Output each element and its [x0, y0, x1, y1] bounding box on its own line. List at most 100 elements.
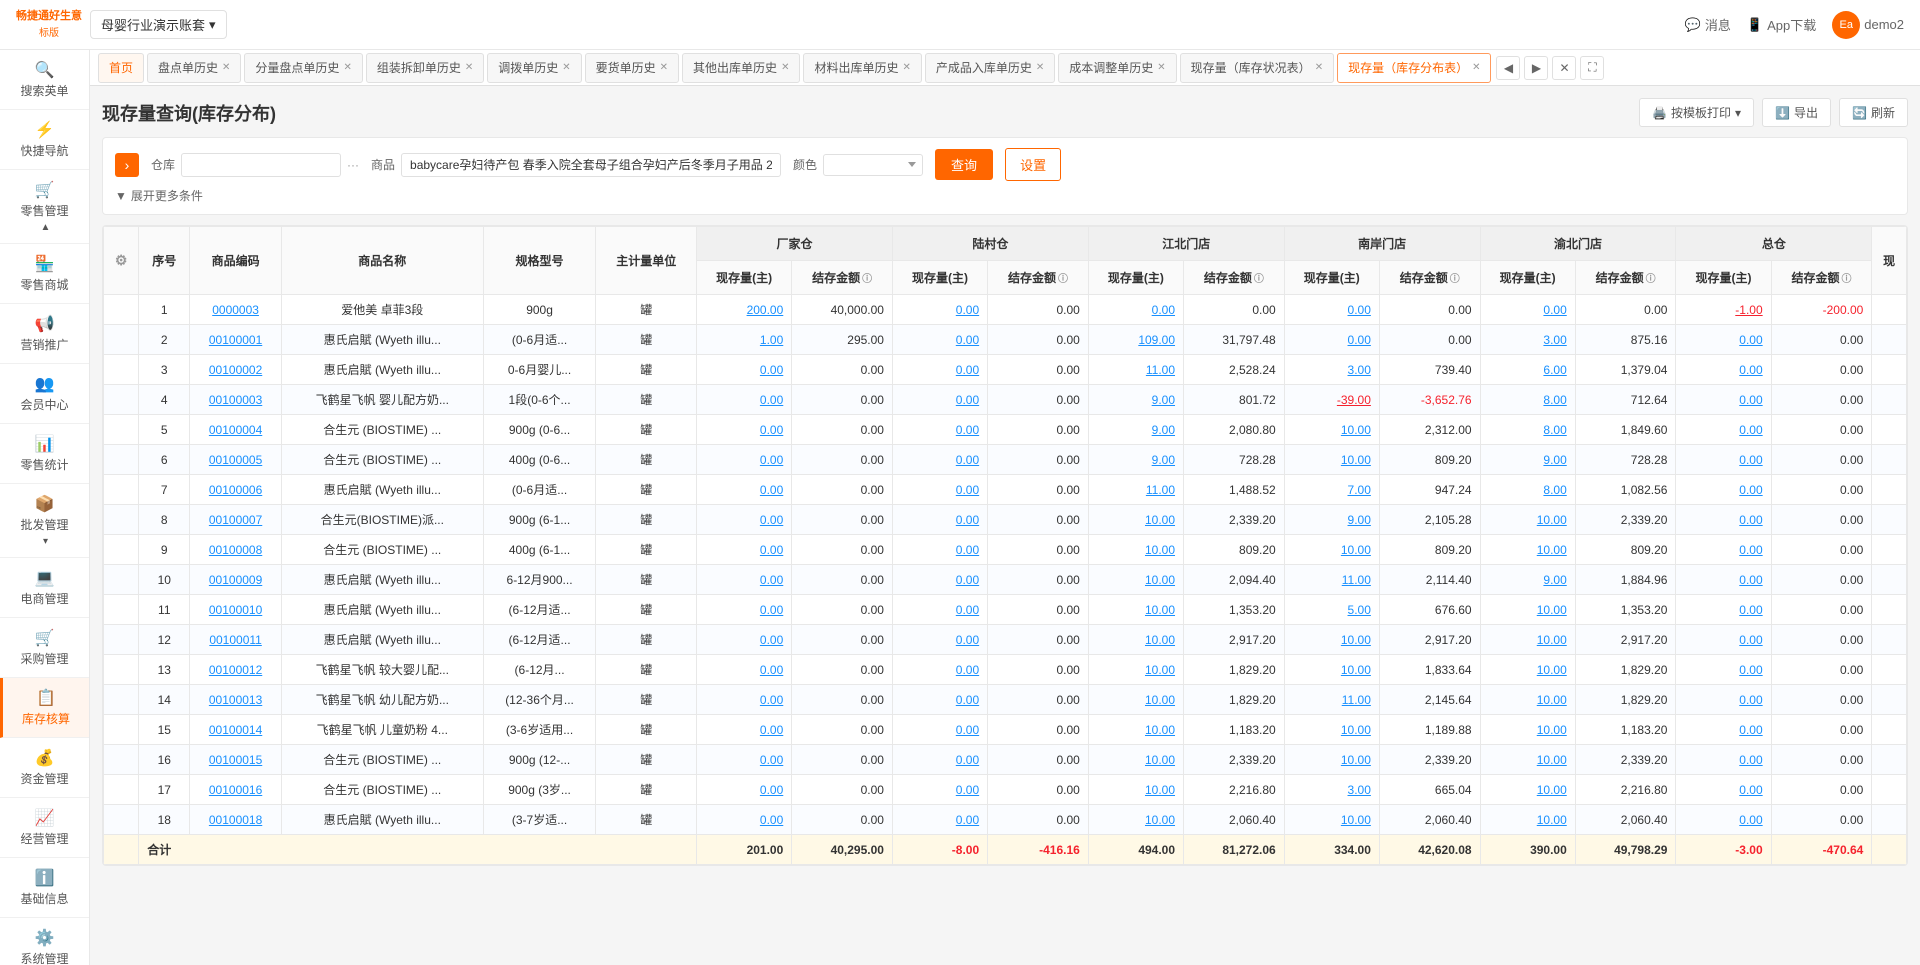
- tab-assembly[interactable]: 组装拆卸单历史 ✕: [366, 53, 484, 83]
- cell-lvcun-qty[interactable]: 0.00: [892, 655, 987, 685]
- cell-factory-qty[interactable]: 0.00: [697, 775, 792, 805]
- cell-factory-qty[interactable]: 0.00: [697, 535, 792, 565]
- cell-factory-qty[interactable]: 200.00: [697, 295, 792, 325]
- cell-nanan-qty[interactable]: 11.00: [1284, 565, 1379, 595]
- cell-code[interactable]: 00100013: [190, 685, 282, 715]
- tab-close-all[interactable]: ✕: [1552, 56, 1576, 80]
- cell-jiangbei-qty[interactable]: 10.00: [1088, 655, 1183, 685]
- cell-total-qty[interactable]: 0.00: [1676, 445, 1771, 475]
- cell-total-qty[interactable]: -1.00: [1676, 295, 1771, 325]
- cell-jiangbei-qty[interactable]: 10.00: [1088, 505, 1183, 535]
- tab-stock-status[interactable]: 现存量（库存状况表） ✕: [1180, 53, 1334, 83]
- sidebar-item-member[interactable]: 👥 会员中心: [0, 364, 89, 424]
- tab-close-icon-9[interactable]: ✕: [1157, 62, 1165, 73]
- cell-lvcun-qty[interactable]: 0.00: [892, 415, 987, 445]
- cell-total-qty[interactable]: 0.00: [1676, 505, 1771, 535]
- cell-factory-qty[interactable]: 0.00: [697, 385, 792, 415]
- user-profile[interactable]: Ea demo2: [1832, 11, 1904, 39]
- cell-code[interactable]: 00100001: [190, 325, 282, 355]
- cell-lvcun-qty[interactable]: 0.00: [892, 535, 987, 565]
- cell-nanan-qty[interactable]: 9.00: [1284, 505, 1379, 535]
- cell-nanan-qty[interactable]: 11.00: [1284, 685, 1379, 715]
- cell-yubei-qty[interactable]: 8.00: [1480, 475, 1575, 505]
- app-download-btn[interactable]: 📱 App下载: [1747, 15, 1816, 34]
- cell-lvcun-qty[interactable]: 0.00: [892, 295, 987, 325]
- cell-factory-qty[interactable]: 0.00: [697, 505, 792, 535]
- cell-factory-qty[interactable]: 0.00: [697, 355, 792, 385]
- search-btn[interactable]: 查询: [935, 149, 993, 180]
- yubei-amt-info-icon[interactable]: ⓘ: [1646, 274, 1656, 285]
- cell-jiangbei-qty[interactable]: 10.00: [1088, 745, 1183, 775]
- tab-close-icon-11[interactable]: ✕: [1472, 62, 1480, 73]
- sidebar-item-operations[interactable]: 📈 经营管理: [0, 798, 89, 858]
- cell-code[interactable]: 00100010: [190, 595, 282, 625]
- cell-nanan-qty[interactable]: 10.00: [1284, 625, 1379, 655]
- goods-input[interactable]: [401, 153, 781, 177]
- tab-nav-prev[interactable]: ◀: [1496, 56, 1520, 80]
- cell-jiangbei-qty[interactable]: 109.00: [1088, 325, 1183, 355]
- cell-factory-qty[interactable]: 0.00: [697, 475, 792, 505]
- tab-cost-adj[interactable]: 成本调整单历史 ✕: [1058, 53, 1176, 83]
- cell-nanan-qty[interactable]: 10.00: [1284, 415, 1379, 445]
- cell-nanan-qty[interactable]: -39.00: [1284, 385, 1379, 415]
- cell-total-qty[interactable]: 0.00: [1676, 655, 1771, 685]
- cell-lvcun-qty[interactable]: 0.00: [892, 505, 987, 535]
- tab-inventory-check[interactable]: 盘点单历史 ✕: [147, 53, 241, 83]
- cell-lvcun-qty[interactable]: 0.00: [892, 565, 987, 595]
- cell-yubei-qty[interactable]: 3.00: [1480, 325, 1575, 355]
- cell-total-qty[interactable]: 0.00: [1676, 385, 1771, 415]
- cell-factory-qty[interactable]: 0.00: [697, 805, 792, 835]
- factory-amt-info-icon[interactable]: ⓘ: [862, 274, 872, 285]
- cell-yubei-qty[interactable]: 8.00: [1480, 385, 1575, 415]
- cell-yubei-qty[interactable]: 10.00: [1480, 595, 1575, 625]
- cell-lvcun-qty[interactable]: 0.00: [892, 355, 987, 385]
- cell-code[interactable]: 00100006: [190, 475, 282, 505]
- tab-product-in[interactable]: 产成品入库单历史 ✕: [925, 53, 1055, 83]
- cell-yubei-qty[interactable]: 9.00: [1480, 565, 1575, 595]
- sidebar-item-system[interactable]: ⚙️ 系统管理: [0, 918, 89, 965]
- cell-code[interactable]: 00100008: [190, 535, 282, 565]
- cell-factory-qty[interactable]: 0.00: [697, 685, 792, 715]
- cell-code[interactable]: 00100018: [190, 805, 282, 835]
- print-btn[interactable]: 🖨️ 按模板打印 ▾: [1639, 98, 1754, 127]
- cell-yubei-qty[interactable]: 10.00: [1480, 805, 1575, 835]
- export-btn[interactable]: ⬇️ 导出: [1762, 98, 1831, 127]
- cell-lvcun-qty[interactable]: 0.00: [892, 775, 987, 805]
- cell-code[interactable]: 00100016: [190, 775, 282, 805]
- refresh-btn[interactable]: 🔄 刷新: [1839, 98, 1908, 127]
- sidebar-item-ecommerce[interactable]: 💻 电商管理: [0, 558, 89, 618]
- cell-lvcun-qty[interactable]: 0.00: [892, 745, 987, 775]
- cell-code[interactable]: 00100003: [190, 385, 282, 415]
- tab-close-icon-2[interactable]: ✕: [343, 62, 351, 73]
- sidebar-item-purchase[interactable]: 🛒 采购管理: [0, 618, 89, 678]
- tab-order[interactable]: 要货单历史 ✕: [585, 53, 679, 83]
- cell-nanan-qty[interactable]: 0.00: [1284, 325, 1379, 355]
- cell-lvcun-qty[interactable]: 0.00: [892, 715, 987, 745]
- cell-total-qty[interactable]: 0.00: [1676, 325, 1771, 355]
- tab-close-icon[interactable]: ✕: [222, 62, 230, 73]
- cell-code[interactable]: 00100015: [190, 745, 282, 775]
- tab-close-icon-7[interactable]: ✕: [902, 62, 910, 73]
- sidebar-item-retail-mgmt[interactable]: 🛒 零售管理 ▲: [0, 170, 89, 244]
- cell-jiangbei-qty[interactable]: 10.00: [1088, 535, 1183, 565]
- sidebar-item-inventory[interactable]: 📋 库存核算: [0, 678, 89, 738]
- cell-jiangbei-qty[interactable]: 11.00: [1088, 355, 1183, 385]
- cell-lvcun-qty[interactable]: 0.00: [892, 625, 987, 655]
- cell-total-qty[interactable]: 0.00: [1676, 595, 1771, 625]
- cell-total-qty[interactable]: 0.00: [1676, 625, 1771, 655]
- warehouse-dots[interactable]: ···: [347, 158, 359, 172]
- tab-partial-check[interactable]: 分量盘点单历史 ✕: [244, 53, 362, 83]
- filter-toggle-btn[interactable]: ›: [115, 153, 139, 177]
- cell-nanan-qty[interactable]: 7.00: [1284, 475, 1379, 505]
- cell-nanan-qty[interactable]: 10.00: [1284, 715, 1379, 745]
- cell-jiangbei-qty[interactable]: 10.00: [1088, 715, 1183, 745]
- cell-yubei-qty[interactable]: 10.00: [1480, 505, 1575, 535]
- warehouse-input[interactable]: [181, 153, 341, 177]
- cell-yubei-qty[interactable]: 0.00: [1480, 295, 1575, 325]
- lvcun-amt-info-icon[interactable]: ⓘ: [1058, 274, 1068, 285]
- tab-material-out[interactable]: 材料出库单历史 ✕: [803, 53, 921, 83]
- color-select[interactable]: [823, 154, 923, 176]
- cell-code[interactable]: 00100005: [190, 445, 282, 475]
- cell-lvcun-qty[interactable]: 0.00: [892, 325, 987, 355]
- sidebar-item-retail-mall[interactable]: 🏪 零售商城: [0, 244, 89, 304]
